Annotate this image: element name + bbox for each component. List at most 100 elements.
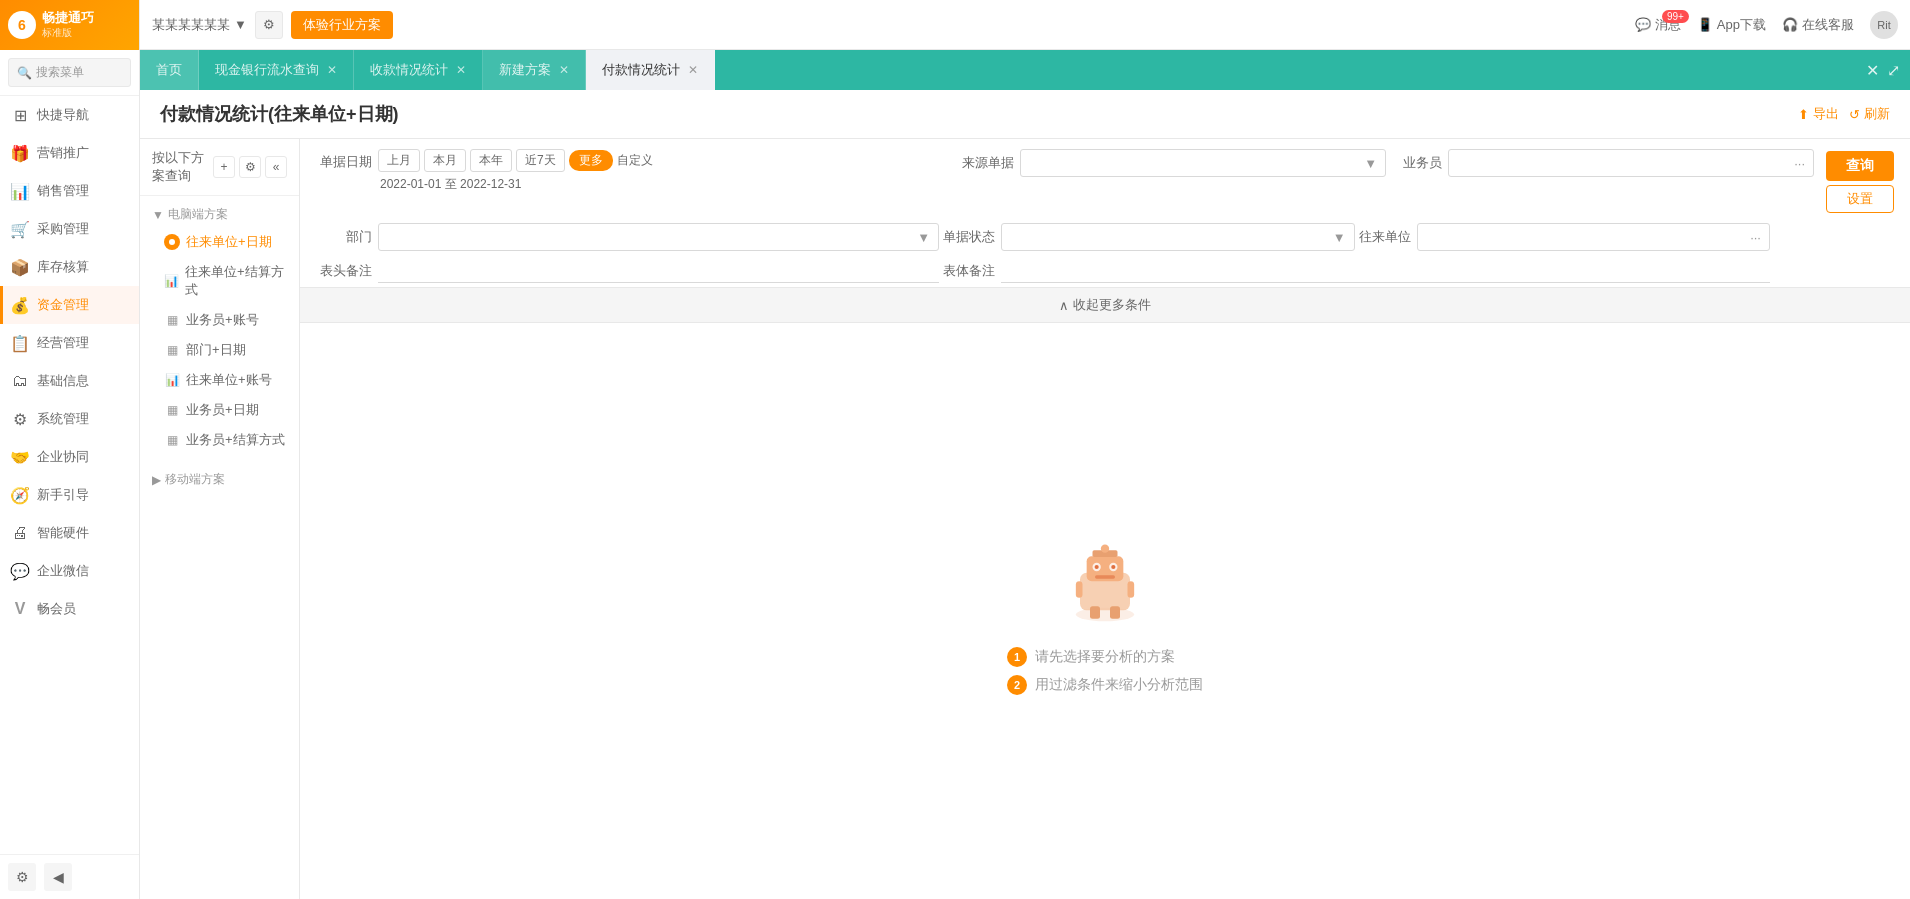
refresh-button[interactable]: ↺ 刷新	[1849, 105, 1890, 123]
scheme-item-salesman-date[interactable]: ▦ 业务员+日期	[140, 395, 299, 425]
filter-settings-button[interactable]: 设置	[1826, 185, 1894, 213]
sidebar-item-system[interactable]: ⚙ 系统管理	[0, 400, 139, 438]
body-note-input[interactable]	[1001, 259, 1770, 283]
salesman-select[interactable]: ···	[1448, 149, 1814, 177]
source-select[interactable]: ▼	[1020, 149, 1386, 177]
phone-icon: 📱	[1697, 17, 1713, 32]
table-scheme-icon: ▦	[164, 312, 180, 328]
header-note-section: 表头备注	[316, 259, 939, 283]
mobile-section-toggle[interactable]: ▶ 移动端方案	[140, 467, 299, 492]
content-area: 付款情况统计(往来单位+日期) ⬆ 导出 ↺ 刷新 按以下方案查询 +	[140, 90, 1910, 899]
export-button[interactable]: ⬆ 导出	[1798, 105, 1839, 123]
tab-collection[interactable]: 收款情况统计 ✕	[354, 50, 483, 90]
header-note-input[interactable]	[378, 259, 939, 283]
last-month-button[interactable]: 上月	[378, 149, 420, 172]
sidebar-search-section: 🔍 搜索菜单	[0, 50, 139, 96]
partner-select[interactable]: ···	[1417, 223, 1770, 251]
sidebar-item-inventory[interactable]: 📦 库存核算	[0, 248, 139, 286]
trial-button[interactable]: 体验行业方案	[291, 11, 393, 39]
tab-close-icon[interactable]: ✕	[456, 63, 466, 77]
sidebar-settings-button[interactable]: ⚙	[8, 863, 36, 891]
desktop-section-toggle[interactable]: ▼ 电脑端方案	[140, 202, 299, 227]
message-button[interactable]: 💬 消息 99+	[1635, 16, 1681, 34]
scheme-item-salesman-settlement[interactable]: ▦ 业务员+结算方式	[140, 425, 299, 455]
scheme-panel-label: 按以下方案查询	[152, 149, 207, 185]
date-label: 单据日期	[316, 149, 372, 171]
close-all-tabs-button[interactable]: ✕	[1866, 61, 1879, 80]
guide-icon: 🧭	[11, 486, 29, 504]
sidebar-item-sales[interactable]: 📊 销售管理	[0, 172, 139, 210]
app-download-button[interactable]: 📱 App下载	[1697, 16, 1766, 34]
tab-payment-stat[interactable]: 付款情况统计 ✕	[586, 50, 715, 90]
sidebar-item-member[interactable]: V 畅会员	[0, 590, 139, 628]
table-scheme-icon4: ▦	[164, 432, 180, 448]
search-menu-button[interactable]: 🔍 搜索菜单	[8, 58, 131, 87]
refresh-label: 刷新	[1864, 105, 1890, 123]
scheme-item-partner-account[interactable]: 📊 往来单位+账号	[140, 365, 299, 395]
tab-home[interactable]: 首页	[140, 50, 199, 90]
page-header: 付款情况统计(往来单位+日期) ⬆ 导出 ↺ 刷新	[140, 90, 1910, 139]
scheme-item-partner-date[interactable]: 往来单位+日期	[140, 227, 299, 257]
sidebar-item-label: 企业协同	[37, 448, 89, 466]
sidebar-item-hardware[interactable]: 🖨 智能硬件	[0, 514, 139, 552]
collapse-filter-button[interactable]: ∧ 收起更多条件	[300, 287, 1910, 322]
sidebar-item-purchase[interactable]: 🛒 采购管理	[0, 210, 139, 248]
tab-cash-flow[interactable]: 现金银行流水查询 ✕	[199, 50, 354, 90]
more-date-button[interactable]: 更多	[569, 150, 613, 171]
tab-new-scheme[interactable]: 新建方案 ✕	[483, 50, 586, 90]
dept-label: 部门	[316, 228, 372, 246]
wechat-icon: 💬	[11, 562, 29, 580]
filter-row-2: 部门 ▼ 单据状态 ▼	[300, 219, 1910, 255]
collapse-panel-button[interactable]: «	[265, 156, 287, 178]
topbar-settings-button[interactable]: ⚙	[255, 11, 283, 39]
page-actions: ⬆ 导出 ↺ 刷新	[1798, 105, 1890, 123]
export-icon: ⬆	[1798, 107, 1809, 122]
chart-scheme-icon2: 📊	[164, 372, 180, 388]
app-title: 畅捷通巧	[42, 10, 94, 26]
sidebar-collapse-button[interactable]: ◀	[44, 863, 72, 891]
sidebar-item-cooperation[interactable]: 🤝 企业协同	[0, 438, 139, 476]
date-options-container: 上月 本月 本年 近7天 更多 自定义 2022-01-01 至 2022-12…	[378, 149, 653, 193]
salesman-filter-section: 业务员 ···	[1386, 149, 1814, 177]
svg-point-13	[1101, 545, 1109, 553]
query-button[interactable]: 查询	[1826, 151, 1894, 181]
tab-label: 收款情况统计	[370, 61, 448, 79]
date-filter-section: 单据日期 上月 本月 本年 近7天 更多 自定义 20	[316, 149, 958, 193]
sidebar-item-basics[interactable]: 🗂 基础信息	[0, 362, 139, 400]
scheme-settings-button[interactable]: ⚙	[239, 156, 261, 178]
gear-icon: ⚙	[263, 17, 275, 32]
current-year-button[interactable]: 本年	[470, 149, 512, 172]
tab-close-icon[interactable]: ✕	[559, 63, 569, 77]
desktop-section-label: 电脑端方案	[168, 206, 228, 223]
online-service-button[interactable]: 🎧 在线客服	[1782, 16, 1854, 34]
empty-tip-2: 2 用过滤条件来缩小分析范围	[1007, 675, 1203, 695]
scheme-panel-header: 按以下方案查询 + ⚙ «	[140, 139, 299, 196]
company-selector[interactable]: 某某某某某某 ▼	[152, 16, 247, 34]
current-month-button[interactable]: 本月	[424, 149, 466, 172]
scheme-item-salesman-account[interactable]: ▦ 业务员+账号	[140, 305, 299, 335]
sidebar-item-quick-nav[interactable]: ⊞ 快捷导航	[0, 96, 139, 134]
svg-point-6	[1111, 565, 1115, 569]
status-select[interactable]: ▼	[1001, 223, 1354, 251]
source-label: 来源单据	[958, 154, 1014, 172]
add-scheme-button[interactable]: +	[213, 156, 235, 178]
last-7days-button[interactable]: 近7天	[516, 149, 565, 172]
sidebar-item-capital[interactable]: 💰 资金管理	[0, 286, 139, 324]
query-buttons-section: 查询 设置	[1826, 149, 1894, 213]
dept-select[interactable]: ▼	[378, 223, 939, 251]
sidebar-item-label: 快捷导航	[37, 106, 89, 124]
sidebar-item-marketing[interactable]: 🎁 营销推广	[0, 134, 139, 172]
scheme-item-dept-date[interactable]: ▦ 部门+日期	[140, 335, 299, 365]
sidebar-header: 6 畅捷通巧 标准版	[0, 0, 139, 50]
dept-filter-section: 部门 ▼	[316, 223, 939, 251]
sidebar-item-guide[interactable]: 🧭 新手引导	[0, 476, 139, 514]
tab-close-icon[interactable]: ✕	[688, 63, 698, 77]
sidebar-item-wechat[interactable]: 💬 企业微信	[0, 552, 139, 590]
expand-button[interactable]: ⤢	[1887, 61, 1900, 80]
tab-close-icon[interactable]: ✕	[327, 63, 337, 77]
avatar[interactable]: Rit	[1870, 11, 1898, 39]
scheme-item-label: 部门+日期	[186, 341, 246, 359]
status-filter-section: 单据状态 ▼	[939, 223, 1354, 251]
sidebar-item-operations[interactable]: 📋 经营管理	[0, 324, 139, 362]
scheme-item-partner-settlement[interactable]: 📊 往来单位+结算方式	[140, 257, 299, 305]
